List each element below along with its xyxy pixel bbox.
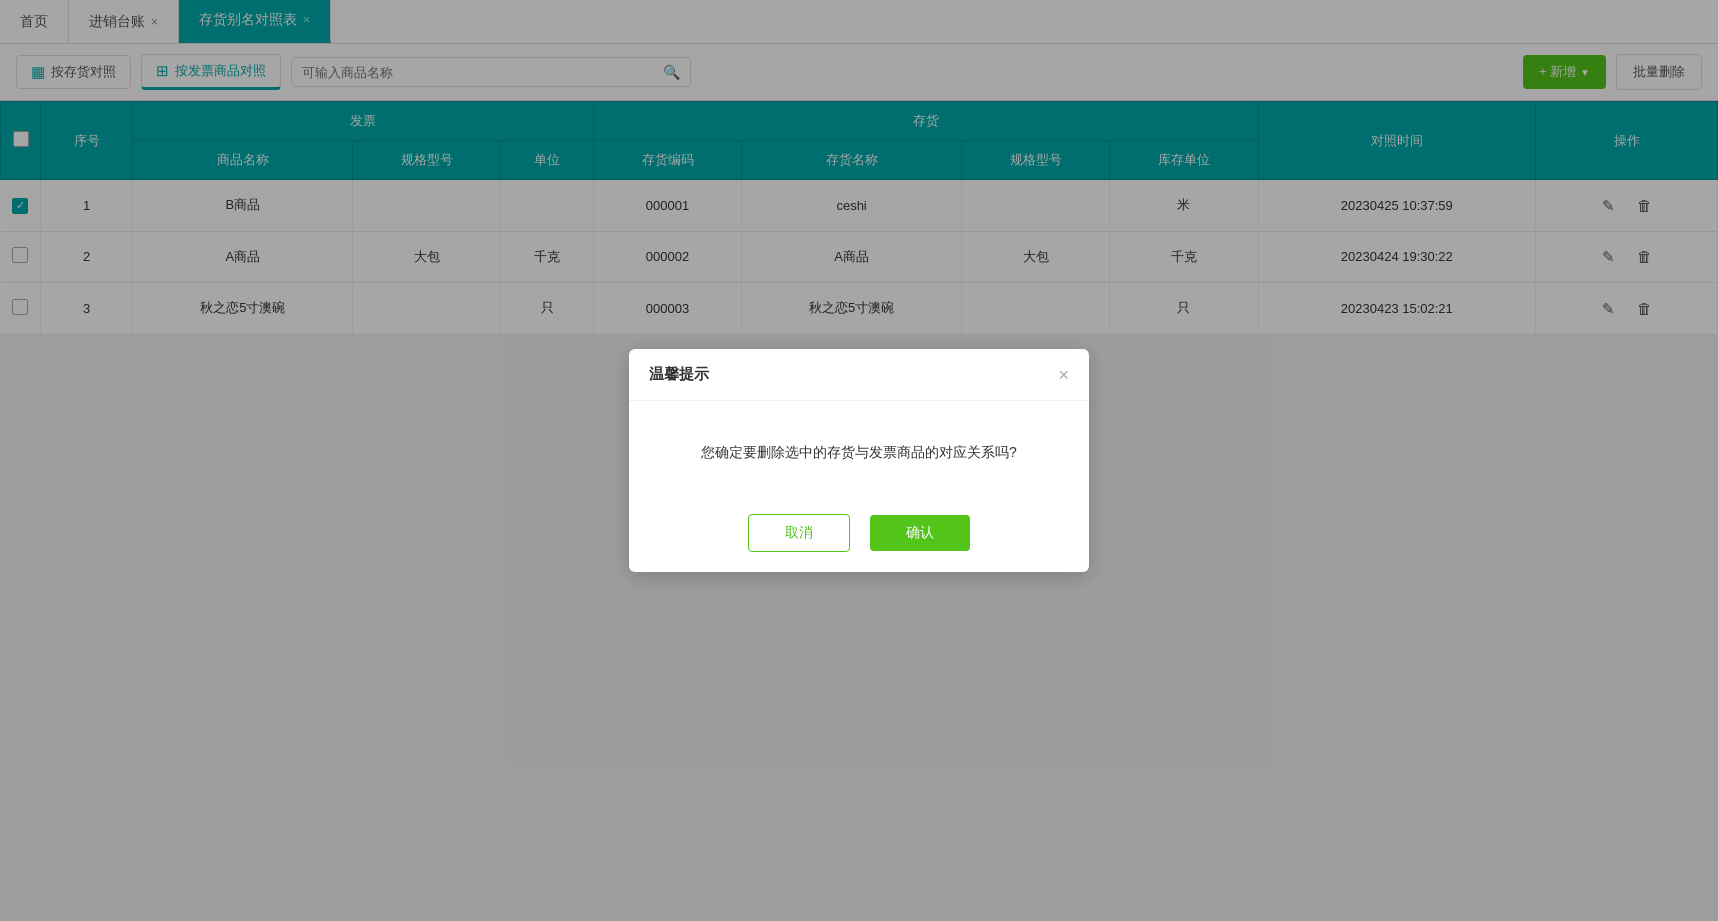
modal-overlay: 温馨提示 × 您确定要删除选中的存货与发票商品的对应关系吗? 取消 确认 bbox=[0, 0, 1718, 335]
